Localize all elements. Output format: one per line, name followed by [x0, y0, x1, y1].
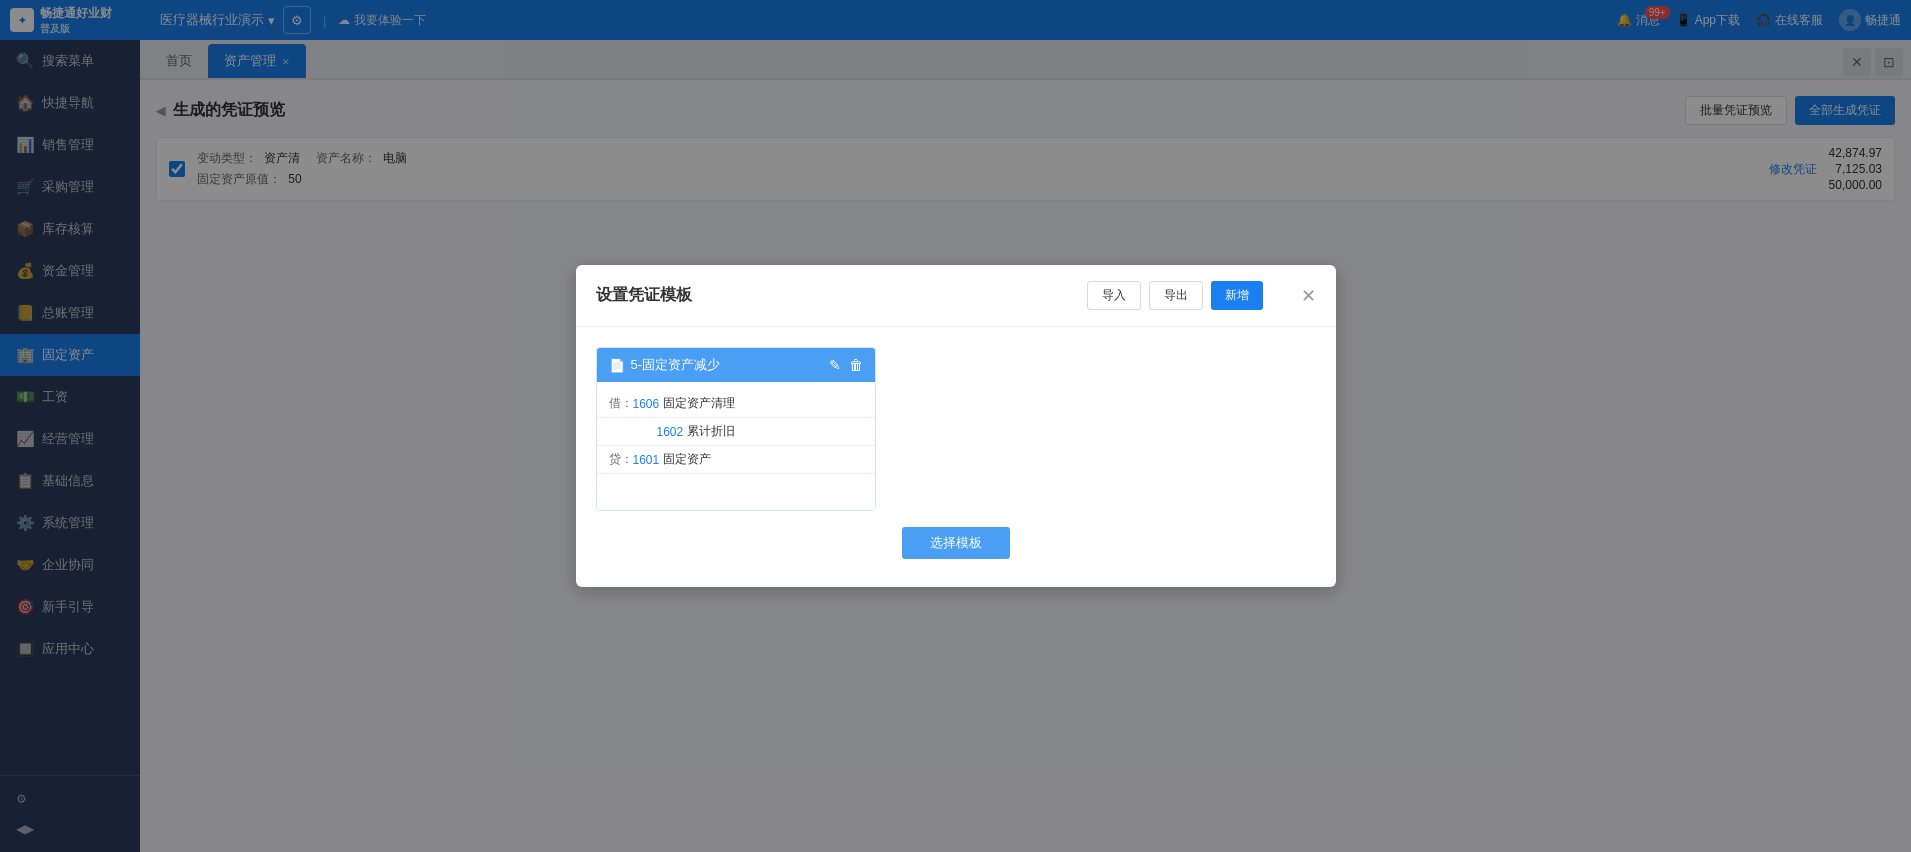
template-card-header: 📄 5-固定资产减少 ✎ 🗑 — [597, 348, 875, 382]
modal-overlay: 设置凭证模板 导入 导出 新增 ✕ 📄 5-固定资产减少 — [0, 0, 1911, 852]
template-header-left: 📄 5-固定资产减少 — [609, 356, 721, 374]
modal-body: 📄 5-固定资产减少 ✎ 🗑 借： 1606 固定资产清理 — [576, 327, 1336, 587]
modal-title: 设置凭证模板 — [596, 285, 692, 306]
template-card: 📄 5-固定资产减少 ✎ 🗑 借： 1606 固定资产清理 — [596, 347, 876, 511]
template-card-actions: ✎ 🗑 — [829, 357, 863, 373]
delete-template-button[interactable]: 🗑 — [849, 357, 863, 373]
modal-dialog: 设置凭证模板 导入 导出 新增 ✕ 📄 5-固定资产减少 — [576, 265, 1336, 587]
template-name: 5-固定资产减少 — [631, 356, 721, 374]
template-card-body: 借： 1606 固定资产清理 1602 累计折旧 贷： 1601 固定资产 — [597, 382, 875, 510]
export-button[interactable]: 导出 — [1149, 281, 1203, 310]
select-template-container: 选择模板 — [596, 527, 1316, 559]
modal-header-actions: 导入 导出 新增 — [1087, 281, 1263, 310]
edit-template-button[interactable]: ✎ — [829, 357, 841, 373]
template-entry-row-2: 1602 累计折旧 — [597, 418, 875, 446]
modal-header: 设置凭证模板 导入 导出 新增 ✕ — [576, 265, 1336, 327]
template-entry-row-3: 贷： 1601 固定资产 — [597, 446, 875, 474]
modal-header-right: 导入 导出 新增 ✕ — [1087, 281, 1316, 310]
template-entry-row-1: 借： 1606 固定资产清理 — [597, 390, 875, 418]
select-template-button[interactable]: 选择模板 — [902, 527, 1010, 559]
template-doc-icon: 📄 — [609, 358, 625, 373]
template-entry-row-4 — [597, 474, 875, 502]
import-button[interactable]: 导入 — [1087, 281, 1141, 310]
new-template-button[interactable]: 新增 — [1211, 281, 1263, 310]
close-icon[interactable]: ✕ — [1301, 285, 1316, 307]
